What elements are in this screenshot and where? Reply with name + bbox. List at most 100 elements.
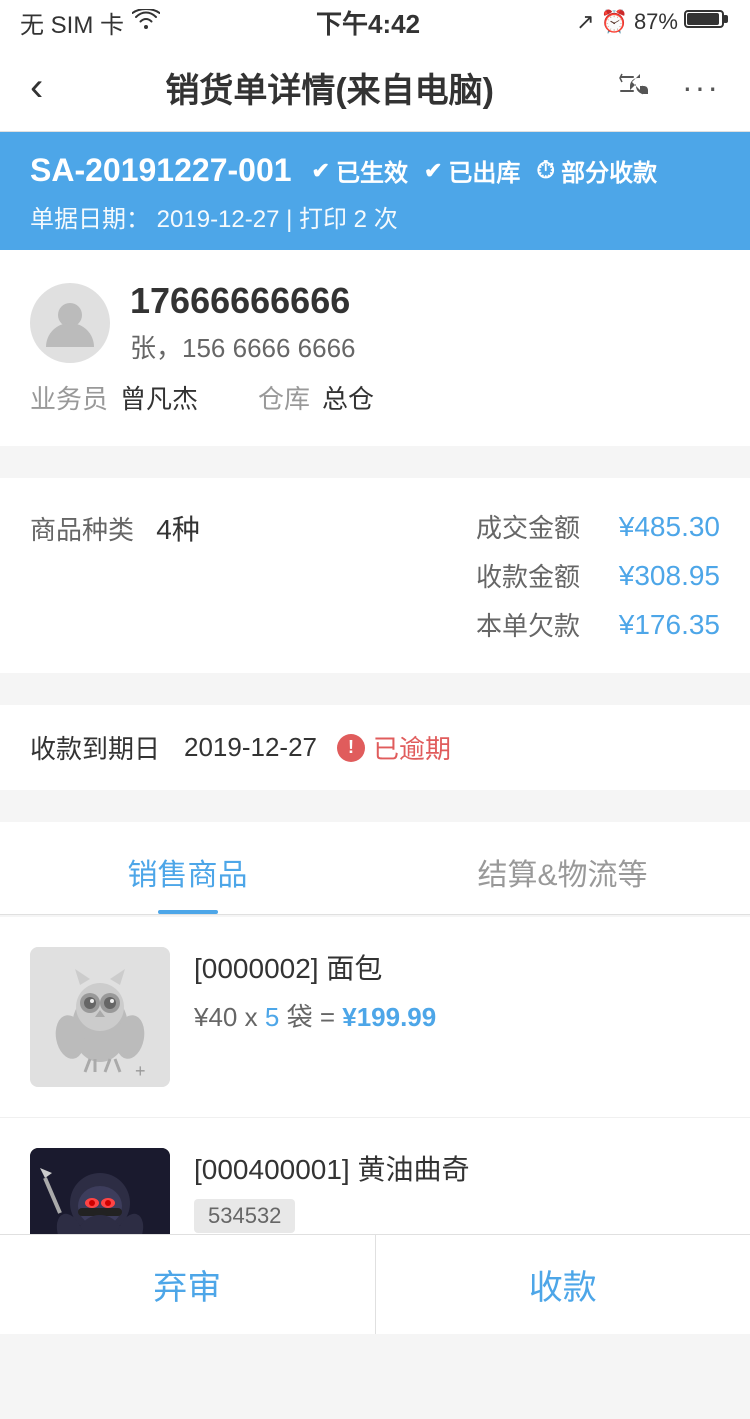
- battery-icon: [684, 8, 730, 36]
- divider-1: [0, 462, 750, 478]
- divider-2: [0, 689, 750, 705]
- nav-right-buttons: ···: [616, 66, 720, 109]
- product-eq-1: =: [320, 1002, 342, 1032]
- badge-shipped-label: 已出库: [448, 153, 520, 188]
- meta-date-value: 2019-12-27: [157, 206, 280, 233]
- salesperson-value: 曾凡杰: [120, 379, 198, 416]
- type-label: 商品种类: [30, 515, 134, 545]
- page-title: 销货单详情(来自电脑): [165, 63, 494, 112]
- divider-3: [0, 806, 750, 822]
- summary-section: 商品种类 4种 成交金额 ¥485.30 收款金额 ¥308.95 本单欠款 ¥…: [0, 478, 750, 673]
- more-icon[interactable]: ···: [682, 69, 720, 106]
- badge-partial-label: 部分收款: [561, 153, 657, 188]
- badge-shipped: ✔ 已出库: [424, 153, 520, 188]
- product-tag-2: 534532: [194, 1199, 295, 1233]
- product-title-2: 黄油曲奇: [358, 1154, 470, 1185]
- carrier-text: 无 SIM 卡: [20, 5, 124, 40]
- product-price-row-1: ¥40 x 5 袋 = ¥199.99: [194, 997, 720, 1034]
- meta-separator: |: [286, 206, 299, 233]
- customer-info: 17666666666 张，156 6666 6666: [130, 280, 356, 365]
- type-count: [141, 514, 149, 545]
- product-info-1: [0000002] 面包 ¥40 x 5 袋 = ¥199.99: [194, 947, 720, 1034]
- wifi-icon: [132, 8, 160, 36]
- meta-date-label: 单据日期：: [30, 206, 150, 233]
- trade-amount-row: 成交金额 ¥485.30: [476, 508, 720, 545]
- svg-text:+: +: [135, 1061, 146, 1081]
- customer-id: 17666666666: [130, 280, 356, 322]
- bottom-actions: 弃审 收款: [0, 1234, 750, 1334]
- status-bar: 无 SIM 卡 下午4:42 ↗ ⏰ 87%: [0, 0, 750, 44]
- tab-sales-products[interactable]: 销售商品: [0, 822, 375, 914]
- tab-settlement[interactable]: 结算&物流等: [375, 822, 750, 914]
- product-title-1: 面包: [326, 953, 382, 984]
- product-image-1: +: [30, 947, 170, 1087]
- receipt-label: 收款金额: [476, 557, 580, 594]
- order-banner: SA-20191227-001 ✔ 已生效 ✔ 已出库 ⏱ 部分收款 单据日期：…: [0, 132, 750, 250]
- product-item-1: + [0000002] 面包 ¥40 x 5 袋 = ¥199.99: [0, 917, 750, 1118]
- due-date-label: 收款到期日: [30, 729, 160, 766]
- badge-partial: ⏱ 部分收款: [536, 153, 657, 188]
- battery-text: 87%: [634, 9, 678, 35]
- receipt-amount-row: 收款金额 ¥308.95: [476, 557, 720, 594]
- order-badges: ✔ 已生效 ✔ 已出库 ⏱ 部分收款: [312, 153, 658, 188]
- order-id-text: SA-20191227-001: [30, 152, 292, 189]
- debt-value: ¥176.35: [600, 609, 720, 641]
- customer-detail-row: 业务员 曾凡杰 仓库 总仓: [30, 379, 720, 416]
- order-id-row: SA-20191227-001 ✔ 已生效 ✔ 已出库 ⏱ 部分收款: [30, 152, 720, 189]
- customer-section: 17666666666 张，156 6666 6666 业务员 曾凡杰 仓库 总…: [0, 250, 750, 446]
- due-date-value: 2019-12-27: [184, 732, 317, 763]
- product-qty-1: 5: [265, 1002, 279, 1032]
- product-name-1: [0000002] 面包: [194, 947, 720, 987]
- debt-label: 本单欠款: [476, 606, 580, 643]
- tabs-section: 销售商品 结算&物流等: [0, 822, 750, 915]
- badge-effective: ✔ 已生效: [312, 153, 408, 188]
- badge-effective-label: 已生效: [336, 153, 408, 188]
- product-unit-1: 袋: [287, 1002, 313, 1032]
- back-button[interactable]: ‹: [30, 65, 43, 110]
- avatar: [30, 283, 110, 363]
- status-bar-left: 无 SIM 卡: [20, 5, 160, 40]
- overdue-badge: ! 已逾期: [337, 729, 451, 766]
- product-multiply-1: x: [245, 1002, 265, 1032]
- collect-payment-button[interactable]: 收款: [376, 1235, 750, 1334]
- customer-main-row: 17666666666 张，156 6666 6666: [30, 280, 720, 365]
- receipt-value: ¥308.95: [600, 560, 720, 592]
- due-date-section: 收款到期日 2019-12-27 ! 已逾期: [0, 705, 750, 790]
- overdue-dot-icon: !: [337, 734, 365, 762]
- share-icon[interactable]: [616, 66, 652, 109]
- warehouse-label: 仓库: [258, 379, 310, 416]
- warehouse-value: 总仓: [322, 379, 374, 416]
- product-code-2: [000400001]: [194, 1154, 350, 1185]
- tab-sales-label: 销售商品: [128, 859, 248, 892]
- product-name-2: [000400001] 黄油曲奇: [194, 1148, 720, 1188]
- location-icon: ↗: [576, 9, 594, 35]
- type-count-val: 4种: [156, 514, 200, 545]
- check-icon-2: ✔: [424, 158, 442, 184]
- alarm-icon: ⏰: [601, 9, 628, 35]
- trade-value: ¥485.30: [600, 511, 720, 543]
- reject-review-button[interactable]: 弃审: [0, 1235, 376, 1334]
- nav-bar: ‹ 销货单详情(来自电脑) ···: [0, 44, 750, 132]
- product-type-info: 商品种类 4种: [30, 508, 200, 548]
- warehouse-item: 仓库 总仓: [258, 379, 374, 416]
- tab-settlement-label: 结算&物流等: [477, 859, 647, 892]
- overdue-text: 已逾期: [373, 729, 451, 766]
- product-unit-price-1: ¥40: [194, 1002, 237, 1032]
- product-total-1: ¥199.99: [342, 1002, 436, 1032]
- reject-review-label: 弃审: [153, 1260, 221, 1309]
- status-bar-right: ↗ ⏰ 87%: [576, 8, 730, 36]
- status-bar-time: 下午4:42: [316, 4, 420, 41]
- order-meta: 单据日期： 2019-12-27 | 打印 2 次: [30, 199, 720, 234]
- salesperson-label: 业务员: [30, 379, 108, 416]
- product-code-1: [0000002]: [194, 953, 319, 984]
- amount-summary: 成交金额 ¥485.30 收款金额 ¥308.95 本单欠款 ¥176.35: [476, 508, 720, 643]
- clock-icon: ⏱: [536, 157, 555, 185]
- bottom-spacer: [0, 1319, 750, 1419]
- salesperson-item: 业务员 曾凡杰: [30, 379, 198, 416]
- check-icon-1: ✔: [312, 158, 330, 184]
- meta-print-count: 打印 2 次: [299, 206, 398, 233]
- debt-amount-row: 本单欠款 ¥176.35: [476, 606, 720, 643]
- trade-label: 成交金额: [476, 508, 580, 545]
- collect-payment-label: 收款: [529, 1260, 597, 1309]
- customer-contact: 张，156 6666 6666: [130, 328, 356, 365]
